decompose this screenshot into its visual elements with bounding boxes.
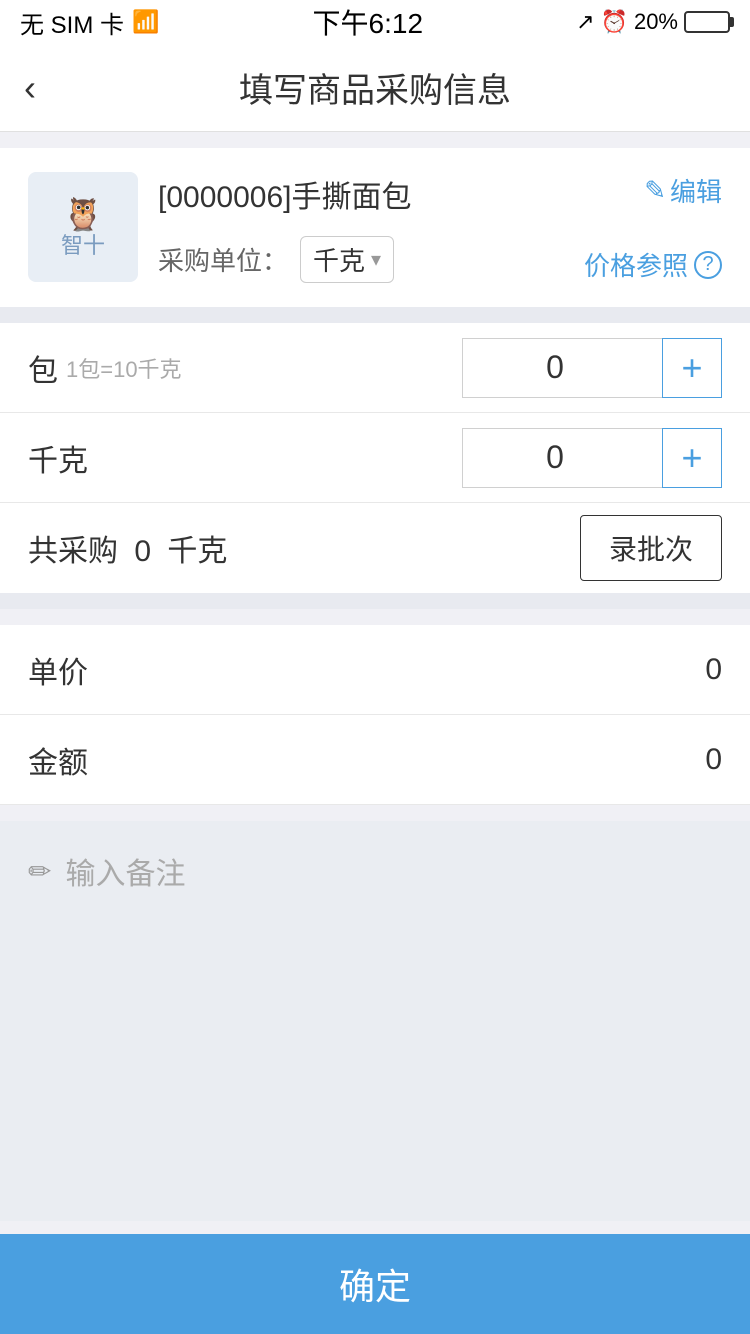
remark-section[interactable]: ✏ 输入备注 — [0, 821, 750, 921]
back-button[interactable]: ‹ — [24, 67, 36, 109]
nav-bar: ‹ 填写商品采购信息 — [0, 44, 750, 132]
kg-plus-button[interactable]: + — [662, 428, 722, 488]
price-ref-label: 价格参照 — [584, 246, 688, 283]
summary-row: 共采购 0 千克 录批次 — [0, 503, 750, 593]
amount-row: 金额 0 — [0, 715, 750, 805]
edit-icon: ✎ — [644, 175, 666, 206]
amount-label: 金额 — [28, 738, 88, 782]
remark-input[interactable]: 输入备注 — [65, 849, 185, 893]
unit-price-value: 0 — [705, 653, 722, 687]
location-icon: ↗ — [576, 9, 594, 35]
pencil-icon: ✏ — [28, 855, 51, 888]
summary-text: 共采购 0 千克 — [28, 526, 227, 570]
status-bar: 无 SIM 卡 📶 下午6:12 ↗ ⏰ 20% — [0, 0, 750, 44]
section-divider-1 — [0, 307, 750, 323]
kg-label: 千克 — [28, 436, 88, 480]
unit-value: 千克 — [313, 241, 365, 278]
section-divider-2 — [0, 593, 750, 609]
info-icon: ? — [694, 251, 722, 279]
unit-label: 采购单位： — [158, 241, 288, 278]
alarm-icon: ⏰ — [601, 9, 628, 35]
chevron-down-icon: ▾ — [371, 247, 381, 272]
product-card: 🦉 智十 [0000006]手撕面包 采购单位： 千克 ▾ ✎ 编辑 价格参照 … — [0, 148, 750, 307]
kg-quantity-input[interactable] — [462, 428, 662, 488]
wifi-icon: 📶 — [132, 9, 159, 35]
bag-input-right: + — [462, 338, 722, 398]
edit-button[interactable]: ✎ 编辑 — [644, 172, 722, 209]
status-time: 下午6:12 — [313, 2, 424, 42]
price-reference-button[interactable]: 价格参照 ? — [584, 246, 722, 283]
quantity-section: 包 1包=10千克 + 千克 + — [0, 323, 750, 503]
summary-unit: 千克 — [167, 535, 227, 568]
bag-quantity-input[interactable] — [462, 338, 662, 398]
amount-value: 0 — [705, 743, 722, 777]
confirm-button[interactable]: 确定 — [339, 1258, 411, 1310]
sim-label: 无 SIM 卡 — [20, 5, 124, 40]
battery-percent: 20% — [634, 9, 678, 35]
status-left: 无 SIM 卡 📶 — [20, 5, 159, 40]
edit-label: 编辑 — [670, 172, 722, 209]
bag-sublabel: 1包=10千克 — [66, 352, 182, 384]
summary-value: 0 — [134, 535, 151, 568]
battery-icon — [684, 11, 730, 33]
bottom-space — [0, 921, 750, 1221]
summary-label: 共采购 — [28, 535, 118, 568]
price-section: 单价 0 金额 0 — [0, 625, 750, 805]
kg-input-right: + — [462, 428, 722, 488]
unit-price-label: 单价 — [28, 648, 88, 692]
product-thumbnail: 🦉 智十 — [28, 172, 138, 282]
batch-record-button[interactable]: 录批次 — [580, 515, 722, 581]
unit-price-row: 单价 0 — [0, 625, 750, 715]
status-right: ↗ ⏰ 20% — [576, 9, 730, 35]
page-title: 填写商品采购信息 — [239, 63, 511, 112]
unit-selector[interactable]: 千克 ▾ — [300, 236, 394, 283]
product-logo: 🦉 智十 — [61, 195, 105, 260]
kg-input-row: 千克 + — [0, 413, 750, 503]
logo-text: 智十 — [61, 233, 105, 259]
bag-input-row: 包 1包=10千克 + — [0, 323, 750, 413]
product-name: [0000006]手撕面包 — [158, 172, 722, 216]
bag-plus-button[interactable]: + — [662, 338, 722, 398]
bag-label: 包 — [28, 346, 58, 390]
confirm-bar: 确定 — [0, 1234, 750, 1334]
